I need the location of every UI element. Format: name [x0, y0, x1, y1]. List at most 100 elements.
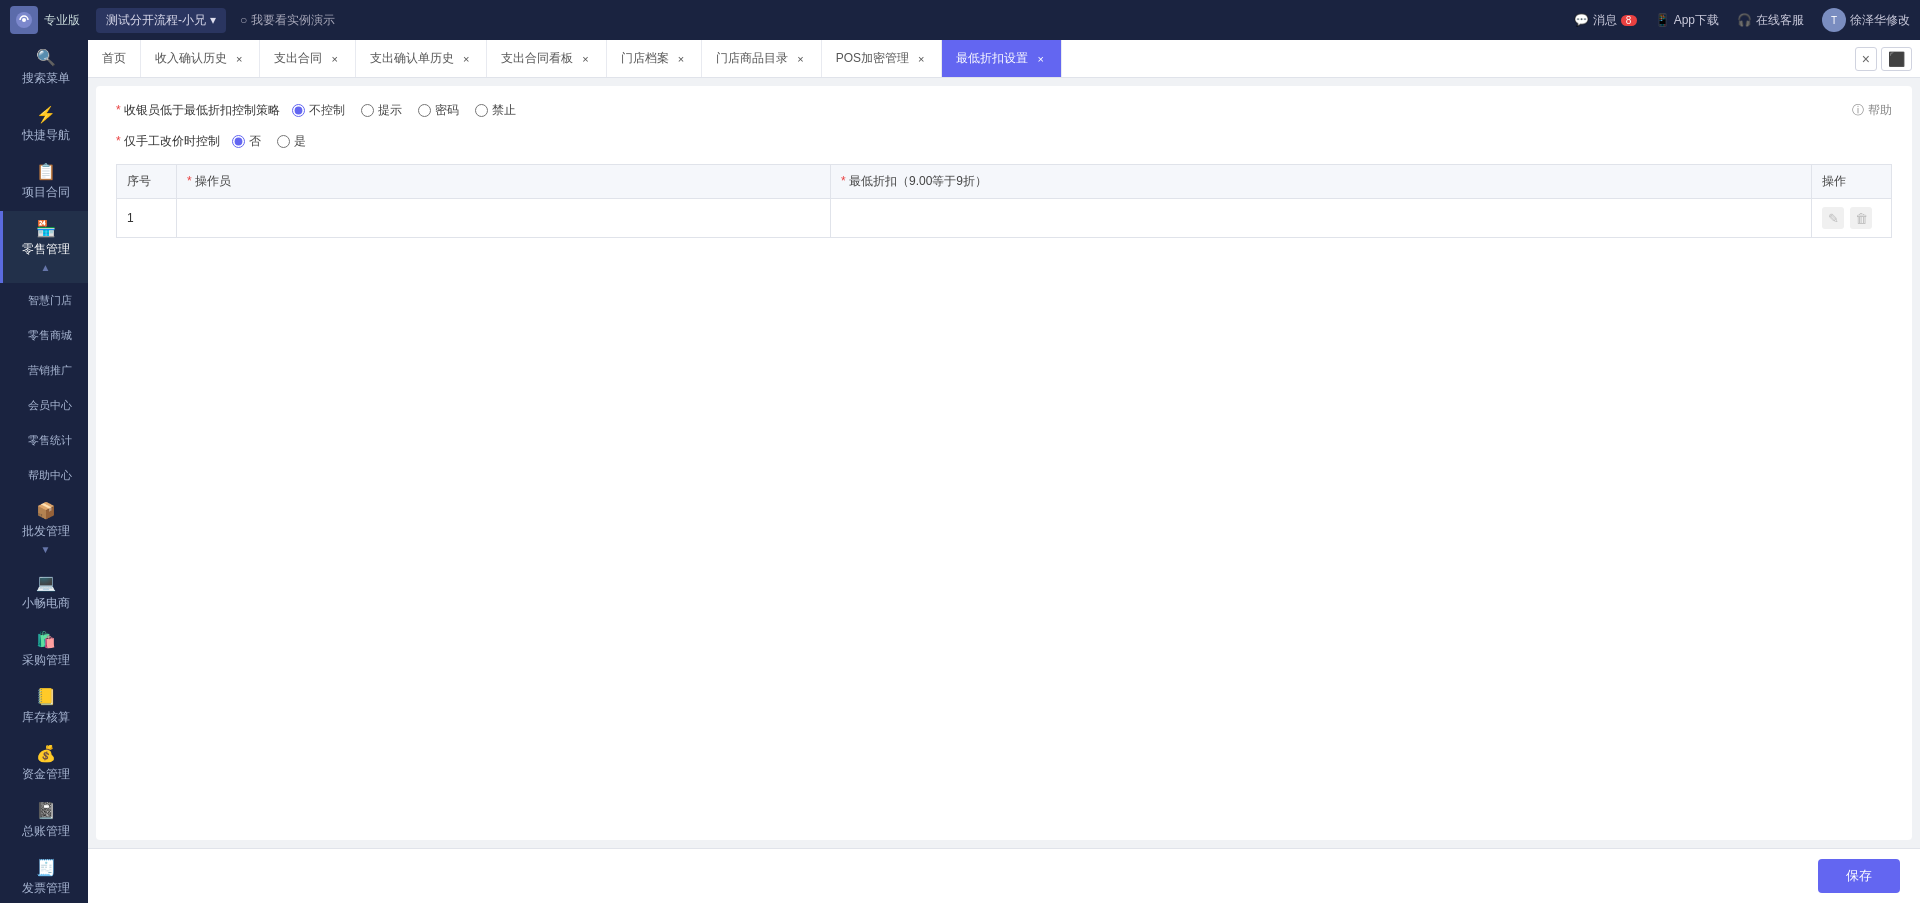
radio-forbid-input[interactable] [475, 104, 488, 117]
online-service-button[interactable]: 🎧 在线客服 [1737, 12, 1804, 29]
col-header-action: 操作 [1812, 165, 1892, 199]
tab-expense-confirm[interactable]: 支出确认单历史 × [356, 40, 487, 78]
logo-icon [10, 6, 38, 34]
laptop-icon: 💻 [36, 575, 56, 591]
tab-close-expense[interactable]: × [328, 52, 340, 66]
sidebar-item-inventory[interactable]: 📒 库存核算 [0, 679, 88, 736]
sidebar-label-retail-stats: 零售统计 [28, 433, 72, 448]
policy-radio-group: 不控制 提示 密码 禁止 [292, 102, 516, 119]
sidebar-item-retail[interactable]: 🏪 零售管理 ▲ [0, 211, 88, 283]
manual-label: 仅手工改价时控制 [116, 133, 220, 150]
sidebar-label-nav: 快捷导航 [22, 127, 70, 144]
tab-close-income[interactable]: × [233, 52, 245, 66]
sidebar-item-help[interactable]: 帮助中心 [0, 458, 88, 493]
tab-close-discount[interactable]: × [1034, 52, 1046, 66]
radio-no-control[interactable]: 不控制 [292, 102, 345, 119]
sidebar-item-member[interactable]: 会员中心 [0, 388, 88, 423]
sidebar-label-search: 搜索菜单 [22, 70, 70, 87]
phone-icon: 📱 [1655, 13, 1670, 27]
tab-bar: 首页 收入确认历史 × 支出合同 × 支出确认单历史 × 支出合同看板 × 门店… [88, 40, 1920, 78]
tab-pos-encrypt[interactable]: POS加密管理 × [822, 40, 943, 78]
col-header-seq: 序号 [117, 165, 177, 199]
sidebar-label-marketing: 营销推广 [28, 363, 72, 378]
radio-prompt-input[interactable] [361, 104, 374, 117]
delete-row-button[interactable]: 🗑 [1850, 207, 1872, 229]
expand-tab-button[interactable]: ⬛ [1881, 47, 1912, 71]
edit-row-button[interactable]: ✎ [1822, 207, 1844, 229]
sidebar-item-nav[interactable]: ⚡ 快捷导航 [0, 97, 88, 154]
tab-close-confirm[interactable]: × [460, 52, 472, 66]
logo-text: 专业版 [44, 12, 80, 29]
cart-icon: 🛍️ [36, 632, 56, 648]
tab-min-discount[interactable]: 最低折扣设置 × [942, 40, 1061, 78]
tab-income-history[interactable]: 收入确认历史 × [141, 40, 260, 78]
tab-contract-board[interactable]: 支出合同看板 × [487, 40, 606, 78]
radio-no-control-input[interactable] [292, 104, 305, 117]
cell-seq: 1 [117, 199, 177, 238]
cell-discount [831, 199, 1812, 238]
form-row-manual: 仅手工改价时控制 否 是 [116, 133, 1892, 150]
tab-close-pos[interactable]: × [915, 52, 927, 66]
radio-no[interactable]: 否 [232, 133, 261, 150]
help-circle-icon: ⓘ [1852, 102, 1864, 119]
radio-yes-input[interactable] [277, 135, 290, 148]
messages-button[interactable]: 💬 消息 8 [1574, 12, 1637, 29]
radio-password[interactable]: 密码 [418, 102, 459, 119]
sidebar-label-wholesale: 批发管理 [22, 523, 70, 540]
avatar: T [1822, 8, 1846, 32]
tab-close-catalog[interactable]: × [794, 52, 806, 66]
cell-operator [177, 199, 831, 238]
action-icons: ✎ 🗑 [1822, 207, 1881, 229]
policy-label: 收银员低于最低折扣控制策略 [116, 102, 280, 119]
sidebar-item-ecommerce[interactable]: 💻 小畅电商 [0, 565, 88, 622]
doc-icon: 📋 [36, 164, 56, 180]
sidebar: 🔍 搜索菜单 ⚡ 快捷导航 📋 项目合同 🏪 零售管理 ▲ 智慧门店 零售商城 … [0, 40, 88, 903]
tab-expense-contract[interactable]: 支出合同 × [260, 40, 355, 78]
sidebar-label-invoice: 发票管理 [22, 880, 70, 897]
app-download-button[interactable]: 📱 App下载 [1655, 12, 1719, 29]
discount-table: 序号 操作员 最低折扣（9.00等于9折） 操作 [116, 164, 1892, 238]
sidebar-item-smart-store[interactable]: 智慧门店 [0, 283, 88, 318]
sidebar-item-mall[interactable]: 零售商城 [0, 318, 88, 353]
close-tab-button[interactable]: × [1855, 47, 1877, 71]
page-panel: 收银员低于最低折扣控制策略 不控制 提示 密码 [96, 86, 1912, 840]
sidebar-label-purchase: 采购管理 [22, 652, 70, 669]
sidebar-item-contract[interactable]: 📋 项目合同 [0, 154, 88, 211]
radio-no-input[interactable] [232, 135, 245, 148]
sidebar-item-invoice[interactable]: 🧾 发票管理 [0, 850, 88, 903]
radio-prompt[interactable]: 提示 [361, 102, 402, 119]
sidebar-label-mall: 零售商城 [28, 328, 72, 343]
tab-home[interactable]: 首页 [88, 40, 141, 78]
logo: 专业版 [10, 6, 80, 34]
sidebar-item-marketing[interactable]: 营销推广 [0, 353, 88, 388]
radio-forbid[interactable]: 禁止 [475, 102, 516, 119]
sidebar-label-help: 帮助中心 [28, 468, 72, 483]
save-button[interactable]: 保存 [1818, 859, 1900, 893]
manual-radio-group: 否 是 [232, 133, 306, 150]
sidebar-item-retail-stats[interactable]: 零售统计 [0, 423, 88, 458]
sidebar-item-finance[interactable]: 💰 资金管理 [0, 736, 88, 793]
help-button[interactable]: ⓘ 帮助 [1852, 102, 1892, 119]
radio-yes[interactable]: 是 [277, 133, 306, 150]
tab-close-board[interactable]: × [579, 52, 591, 66]
sidebar-item-ledger[interactable]: 📓 总账管理 [0, 793, 88, 850]
sidebar-item-purchase[interactable]: 🛍️ 采购管理 [0, 622, 88, 679]
delete-icon: 🗑 [1855, 211, 1868, 226]
money-icon: 💰 [36, 746, 56, 762]
tab-close-store[interactable]: × [675, 52, 687, 66]
radio-password-input[interactable] [418, 104, 431, 117]
sidebar-label-contract: 项目合同 [22, 184, 70, 201]
receipt-icon: 🧾 [36, 860, 56, 876]
edit-icon: ✎ [1828, 211, 1839, 226]
user-menu[interactable]: T 徐泽华修改 [1822, 8, 1910, 32]
tab-store-file[interactable]: 门店档案 × [607, 40, 702, 78]
demo-link[interactable]: ○ 我要看实例演示 [240, 12, 335, 29]
tab-product-catalog[interactable]: 门店商品目录 × [702, 40, 821, 78]
sidebar-label-ledger: 总账管理 [22, 823, 70, 840]
project-selector[interactable]: 测试分开流程-小兄 ▾ [96, 8, 226, 33]
sidebar-label-retail: 零售管理 [22, 241, 70, 258]
sidebar-label-ecommerce: 小畅电商 [22, 595, 70, 612]
sidebar-item-search[interactable]: 🔍 搜索菜单 [0, 40, 88, 97]
sidebar-label-member: 会员中心 [28, 398, 72, 413]
sidebar-item-wholesale[interactable]: 📦 批发管理 ▼ [0, 493, 88, 565]
